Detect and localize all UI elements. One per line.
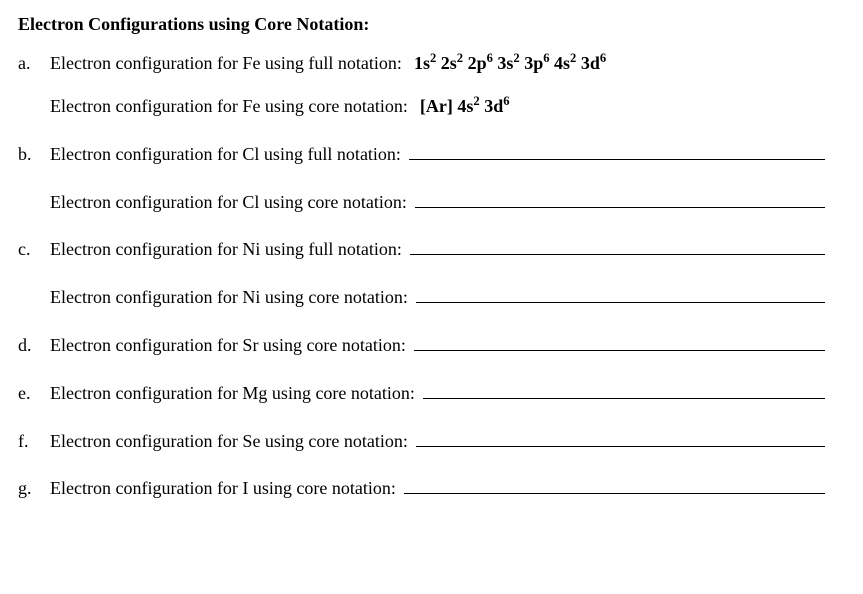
- answer-blank[interactable]: [423, 378, 825, 399]
- question-row: b.Electron configuration for Cl using fu…: [18, 139, 845, 165]
- prompt-text: Electron configuration for Ni using core…: [50, 287, 408, 308]
- question-row: c.Electron configuration for Ni using fu…: [18, 235, 845, 261]
- answer-blank[interactable]: [416, 426, 825, 447]
- prompt-text: Electron configuration for Fe using full…: [50, 53, 402, 74]
- answer-value: [Ar] 4s2 3d6: [420, 96, 510, 117]
- question-row: Electron configuration for Cl using core…: [18, 187, 845, 213]
- orbital: 3s: [493, 53, 514, 73]
- question-row: d.Electron configuration for Sr using co…: [18, 330, 845, 356]
- question-row: a.Electron configuration for Fe using fu…: [18, 53, 845, 74]
- item-letter: a.: [18, 53, 50, 74]
- orbital: 4s: [550, 53, 571, 73]
- question-row: f.Electron configuration for Se using co…: [18, 426, 845, 452]
- answer-value: 1s2 2s2 2p6 3s2 3p6 4s2 3d6: [414, 53, 606, 74]
- prompt-text: Electron configuration for Cl using core…: [50, 192, 407, 213]
- answer-prefix: [Ar]: [420, 96, 457, 116]
- orbital-superscript: 6: [503, 94, 509, 108]
- answer-blank[interactable]: [404, 474, 825, 495]
- item-letter: f.: [18, 431, 50, 452]
- item-letter: c.: [18, 239, 50, 260]
- question-row: g.Electron configuration for I using cor…: [18, 474, 845, 500]
- orbital-superscript: 6: [600, 51, 606, 65]
- orbital: 4s: [457, 96, 473, 116]
- prompt-text: Electron configuration for Mg using core…: [50, 383, 415, 404]
- answer-blank[interactable]: [414, 330, 825, 351]
- orbital: 1s: [414, 53, 430, 73]
- orbital: 2p: [463, 53, 487, 73]
- prompt-text: Electron configuration for Se using core…: [50, 431, 408, 452]
- orbital: 3d: [576, 53, 600, 73]
- prompt-text: Electron configuration for I using core …: [50, 478, 396, 499]
- item-letter: e.: [18, 383, 50, 404]
- prompt-text: Electron configuration for Cl using full…: [50, 144, 401, 165]
- prompt-text: Electron configuration for Sr using core…: [50, 335, 406, 356]
- question-row: Electron configuration for Fe using core…: [18, 96, 845, 117]
- worksheet-title: Electron Configurations using Core Notat…: [18, 14, 845, 35]
- answer-blank[interactable]: [415, 187, 825, 208]
- prompt-text: Electron configuration for Fe using core…: [50, 96, 408, 117]
- item-letter: g.: [18, 478, 50, 499]
- answer-blank[interactable]: [409, 139, 825, 160]
- answer-blank[interactable]: [410, 235, 825, 256]
- orbital: 2s: [436, 53, 457, 73]
- orbital: 3d: [480, 96, 504, 116]
- orbital: 3p: [520, 53, 544, 73]
- prompt-text: Electron configuration for Ni using full…: [50, 239, 402, 260]
- question-row: Electron configuration for Ni using core…: [18, 282, 845, 308]
- answer-blank[interactable]: [416, 282, 825, 303]
- items-container: a.Electron configuration for Fe using fu…: [18, 53, 845, 499]
- item-letter: b.: [18, 144, 50, 165]
- item-letter: d.: [18, 335, 50, 356]
- question-row: e.Electron configuration for Mg using co…: [18, 378, 845, 404]
